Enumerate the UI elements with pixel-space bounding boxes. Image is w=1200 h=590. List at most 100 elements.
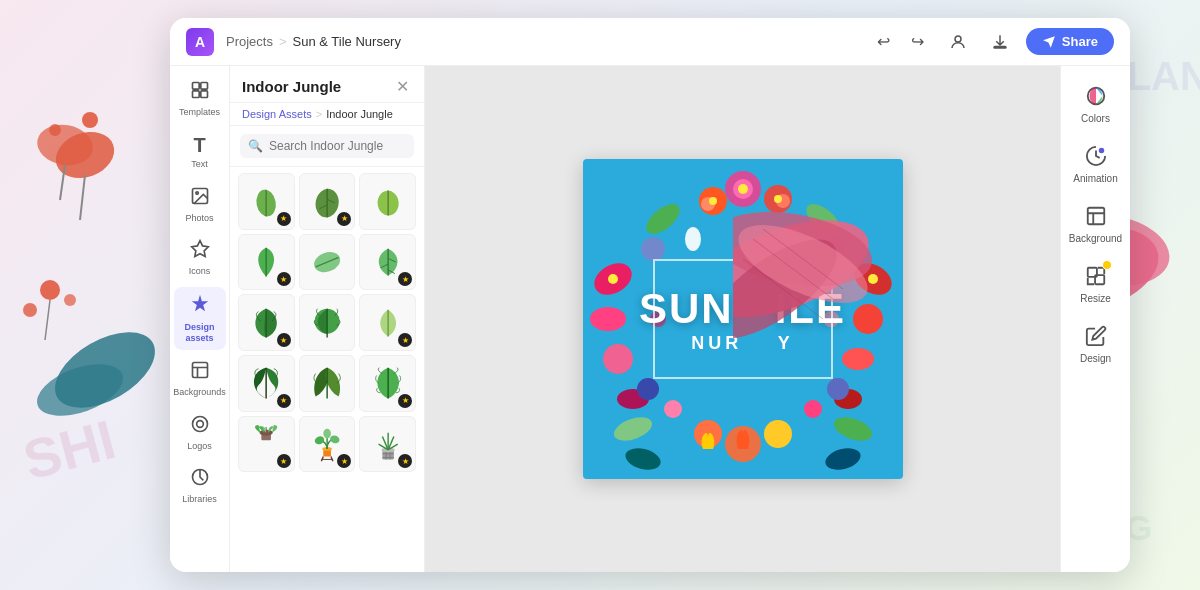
svg-rect-22 — [192, 83, 199, 90]
svg-point-7 — [30, 354, 130, 426]
rs-item-background[interactable]: Background — [1065, 194, 1127, 252]
sidebar-item-backgrounds[interactable]: Backgrounds — [174, 354, 226, 404]
rs-item-resize[interactable]: Resize — [1065, 254, 1127, 312]
svg-point-9 — [23, 303, 37, 317]
svg-point-57 — [260, 430, 273, 436]
rs-item-colors[interactable]: Colors — [1065, 74, 1127, 132]
svg-point-97 — [830, 413, 874, 445]
asset-badge: ★ — [277, 394, 291, 408]
asset-badge: ★ — [277, 454, 291, 468]
animation-label: Animation — [1073, 173, 1117, 184]
svg-point-109 — [804, 400, 822, 418]
asset-cell-leaf11[interactable] — [299, 355, 356, 412]
search-box: 🔍 — [230, 126, 424, 167]
svg-point-3 — [49, 124, 61, 136]
svg-rect-23 — [200, 83, 207, 90]
svg-point-108 — [664, 400, 682, 418]
svg-rect-25 — [200, 91, 207, 98]
sidebar-item-design-assets[interactable]: Design assets — [174, 287, 226, 350]
asset-cell-leaf8[interactable] — [299, 294, 356, 351]
asset-row-5: ★ — [238, 416, 416, 473]
templates-label: Templates — [179, 107, 220, 118]
svg-point-101 — [827, 378, 849, 400]
svg-point-2 — [82, 112, 98, 128]
resize-icon — [1082, 262, 1110, 290]
logos-label: Logos — [187, 441, 212, 452]
asset-cell-leaf3[interactable] — [359, 173, 416, 230]
canvas-content[interactable]: SUN ILE NUR Y — [583, 159, 903, 479]
share-button[interactable]: Share — [1026, 28, 1114, 55]
panel-breadcrumb-current: Indoor Jungle — [326, 108, 393, 120]
svg-point-27 — [195, 191, 198, 194]
design-label: Design — [1080, 353, 1111, 364]
asset-badge: ★ — [398, 394, 412, 408]
sidebar-item-templates[interactable]: Templates — [174, 74, 226, 124]
search-input[interactable] — [269, 139, 419, 153]
asset-cell-leaf4[interactable]: ★ — [238, 234, 295, 291]
sidebar-item-logos[interactable]: Logos — [174, 408, 226, 458]
asset-cell-plant3[interactable]: ★ — [359, 416, 416, 473]
asset-grid: ★ ★ — [230, 167, 424, 572]
asset-cell-leaf5[interactable] — [299, 234, 356, 291]
asset-cell-leaf7[interactable]: ★ — [238, 294, 295, 351]
canvas-area: SUN ILE NUR Y — [425, 66, 1060, 572]
asset-badge: ★ — [277, 272, 291, 286]
redo-button[interactable]: ↪ — [902, 26, 934, 58]
rs-item-design[interactable]: Design — [1065, 314, 1127, 372]
sidebar-item-icons[interactable]: Icons — [174, 233, 226, 283]
photos-label: Photos — [185, 213, 213, 224]
templates-icon — [190, 80, 210, 105]
svg-marker-28 — [191, 241, 208, 257]
svg-text:SHI: SHI — [17, 408, 122, 492]
sidebar-item-text[interactable]: T Text — [174, 128, 226, 176]
resize-badge — [1102, 260, 1112, 270]
download-button[interactable] — [984, 26, 1016, 58]
rs-item-animation[interactable]: Animation — [1065, 134, 1127, 192]
left-sidebar: Templates T Text Photos — [170, 66, 230, 572]
breadcrumb-sep1: > — [279, 34, 287, 49]
breadcrumb-projects[interactable]: Projects — [226, 34, 273, 49]
asset-cell-leaf12[interactable]: ★ — [359, 355, 416, 412]
panel-title: Indoor Jungle — [242, 78, 341, 95]
search-icon: 🔍 — [248, 139, 263, 153]
panel-breadcrumb: Design Assets > Indoor Jungle — [230, 103, 424, 126]
svg-point-6 — [42, 317, 167, 424]
main-content: Templates T Text Photos — [170, 66, 1130, 572]
svg-point-8 — [40, 280, 60, 300]
asset-cell-leaf9[interactable]: ★ — [359, 294, 416, 351]
sidebar-item-photos[interactable]: Photos — [174, 180, 226, 230]
panel-close-button[interactable]: ✕ — [392, 76, 412, 96]
svg-point-115 — [623, 445, 663, 474]
svg-point-92 — [764, 420, 792, 448]
asset-row-4: ★ — [238, 355, 416, 412]
asset-cell-leaf2[interactable]: ★ — [299, 173, 356, 230]
asset-row-2: ★ — [238, 234, 416, 291]
svg-point-64 — [329, 434, 341, 444]
asset-cell-leaf6[interactable]: ★ — [359, 234, 416, 291]
asset-badge: ★ — [277, 333, 291, 347]
asset-cell-plant1[interactable]: ★ — [238, 416, 295, 473]
background-icon — [1082, 202, 1110, 230]
svg-line-4 — [80, 175, 85, 220]
asset-cell-leaf10[interactable]: ★ — [238, 355, 295, 412]
asset-badge: ★ — [277, 212, 291, 226]
svg-point-1 — [34, 120, 96, 169]
svg-point-124 — [1098, 148, 1104, 154]
sidebar-item-libraries[interactable]: Libraries — [174, 461, 226, 511]
avatar-button[interactable] — [942, 26, 974, 58]
design-assets-icon — [189, 293, 211, 320]
svg-point-98 — [641, 237, 665, 261]
svg-rect-29 — [192, 362, 207, 377]
search-input-wrap: 🔍 — [240, 134, 414, 158]
asset-badge: ★ — [398, 272, 412, 286]
asset-cell-leaf1[interactable]: ★ — [238, 173, 295, 230]
asset-badge: ★ — [337, 454, 351, 468]
logos-icon — [190, 414, 210, 439]
breadcrumb-current: Sun & Tile Nursery — [293, 34, 401, 49]
panel-breadcrumb-link[interactable]: Design Assets — [242, 108, 312, 120]
asset-panel: Indoor Jungle ✕ Design Assets > Indoor J… — [230, 66, 425, 572]
undo-button[interactable]: ↩ — [868, 26, 900, 58]
app-logo: A — [186, 28, 214, 56]
asset-cell-plant2[interactable]: ★ — [299, 416, 356, 473]
tablet-frame: A Projects > Sun & Tile Nursery ↩ ↪ — [170, 18, 1130, 572]
